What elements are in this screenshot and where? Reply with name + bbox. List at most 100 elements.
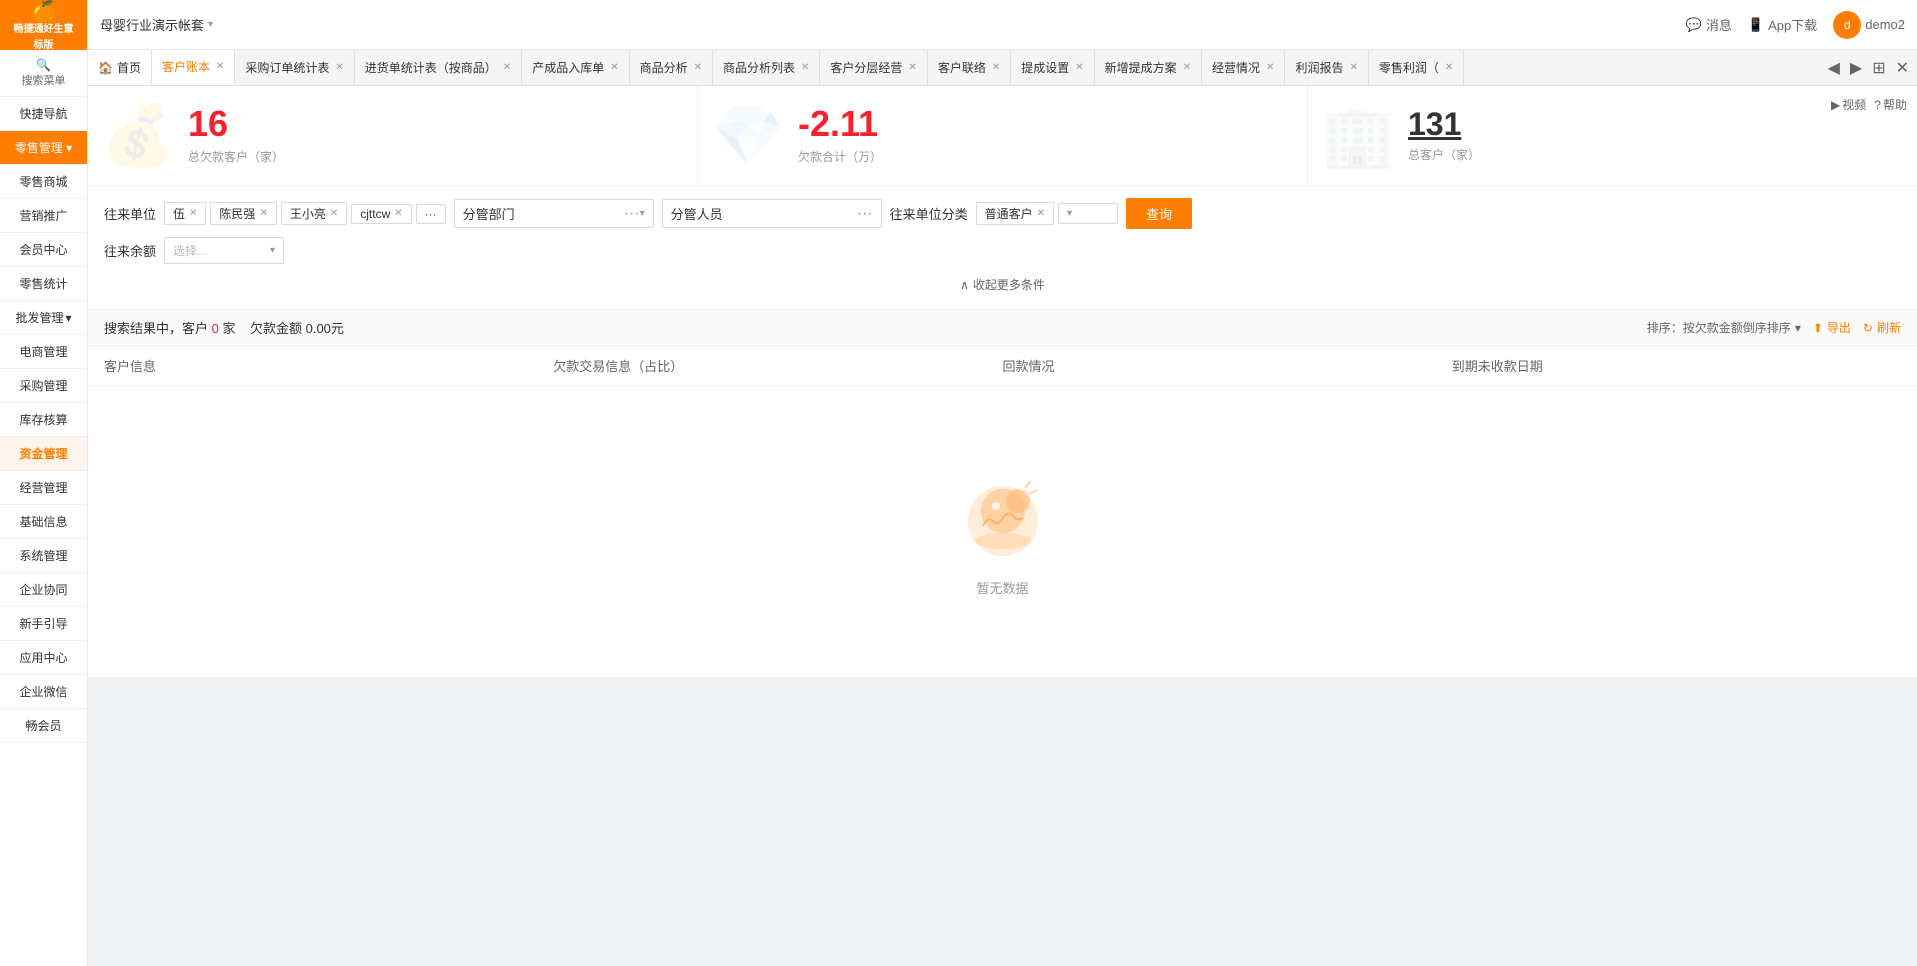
- dept-select[interactable]: 分管部门 ··· ▾: [454, 199, 654, 228]
- tab-customer-book[interactable]: 客户账本 ✕: [152, 50, 235, 86]
- home-icon: 🏠: [98, 61, 113, 75]
- tab-promotion-settings[interactable]: 提成设置 ✕: [1011, 50, 1094, 86]
- collapse-btn[interactable]: ∧ 收起更多条件: [104, 272, 1901, 297]
- filter-area: 往来单位 伍 ✕ 陈民强 ✕ 王小亮 ✕: [88, 186, 1917, 310]
- tab-customer-tier[interactable]: 客户分层经营 ✕: [820, 50, 927, 86]
- sidebar-search[interactable]: 🔍 搜索菜单: [0, 50, 87, 97]
- sidebar-item-system-mgmt[interactable]: 系统管理: [0, 539, 87, 573]
- remove-tag-normal-customer[interactable]: ✕: [1037, 208, 1045, 219]
- stats-row: 💰 16 总欠款客户（家） 💎 -2.11 欠款合计（万） 🏢: [88, 86, 1917, 186]
- tab-customer-book-close[interactable]: ✕: [216, 61, 224, 72]
- close-icon9[interactable]: ✕: [1183, 62, 1191, 73]
- close-icon2[interactable]: ✕: [503, 62, 511, 73]
- tab-purchase-order-stats[interactable]: 采购订单统计表 ✕: [235, 50, 354, 86]
- video-btn[interactable]: ▶ 视频: [1831, 96, 1866, 113]
- sort-select[interactable]: 排序：按欠款金额倒序排序 ▾: [1647, 319, 1801, 336]
- tab-operation-status[interactable]: 经营情况 ✕: [1202, 50, 1285, 86]
- tab-product-storage[interactable]: 产成品入库单 ✕: [522, 50, 629, 86]
- close-icon10[interactable]: ✕: [1266, 62, 1274, 73]
- sidebar-item-ecommerce-mgmt[interactable]: 电商管理: [0, 335, 87, 369]
- close-icon6[interactable]: ✕: [908, 62, 916, 73]
- message-icon: 💬: [1686, 17, 1702, 33]
- empty-state: 暂无数据: [88, 386, 1917, 677]
- results-bar: 搜索结果中，客户 0 家 欠款金额 0.00元 排序：按欠款金额倒序排序 ▾: [88, 310, 1917, 346]
- sidebar-item-operation-mgmt[interactable]: 经营管理: [0, 471, 87, 505]
- sidebar-item-marketing[interactable]: 营销推广: [0, 199, 87, 233]
- remove-tag-chen[interactable]: ✕: [259, 208, 267, 219]
- close-icon7[interactable]: ✕: [992, 62, 1000, 73]
- close-icon11[interactable]: ✕: [1349, 62, 1357, 73]
- sidebar-item-new-guide[interactable]: 新手引导: [0, 607, 87, 641]
- person-select[interactable]: 分管人员 ···: [662, 199, 882, 228]
- help-icon: ?: [1874, 98, 1881, 112]
- sidebar-item-app-center[interactable]: 应用中心: [0, 641, 87, 675]
- content-inner: 💰 16 总欠款客户（家） 💎 -2.11 欠款合计（万） 🏢: [88, 86, 1917, 677]
- tab-prev-icon[interactable]: ◀: [1824, 56, 1844, 80]
- sidebar-item-purchase-mgmt[interactable]: 采购管理: [0, 369, 87, 403]
- message-btn[interactable]: 💬 消息: [1686, 15, 1732, 34]
- query-btn[interactable]: 查询: [1126, 198, 1192, 229]
- user-menu[interactable]: d demo2: [1833, 11, 1905, 39]
- filter-tag-wang[interactable]: 王小亮 ✕: [281, 202, 347, 225]
- tab-next-icon[interactable]: ▶: [1846, 56, 1866, 80]
- sidebar-item-retail-stats[interactable]: 零售统计: [0, 267, 87, 301]
- tab-retail-profit-label: 零售利润（: [1379, 59, 1439, 76]
- balance-select[interactable]: 选择... ▾: [164, 237, 284, 264]
- filter-tag-normal-customer[interactable]: 普通客户 ✕: [976, 202, 1054, 225]
- tab-customer-contact-label: 客户联络: [938, 59, 986, 76]
- sidebar-item-retail-mall[interactable]: 零售商城: [0, 165, 87, 199]
- sidebar-item-member-center[interactable]: 会员中心: [0, 233, 87, 267]
- sort-arrow-icon: ▾: [1795, 321, 1801, 335]
- close-icon12[interactable]: ✕: [1445, 62, 1453, 73]
- tab-incoming-stats[interactable]: 进货单统计表（按商品） ✕: [355, 50, 522, 86]
- unit-class-select[interactable]: ▾: [1058, 203, 1118, 224]
- sidebar-item-member-pass[interactable]: 畅会员: [0, 709, 87, 743]
- logo-text: 畅捷通好生意: [14, 24, 74, 36]
- tab-customer-contact[interactable]: 客户联络 ✕: [928, 50, 1011, 86]
- tab-product-analysis-list[interactable]: 商品分析列表 ✕: [713, 50, 820, 86]
- tab-retail-profit[interactable]: 零售利润（ ✕: [1369, 50, 1464, 86]
- close-icon[interactable]: ✕: [335, 62, 343, 73]
- help-btn[interactable]: ? 帮助: [1874, 96, 1907, 113]
- sidebar-item-enterprise-collab[interactable]: 企业协同: [0, 573, 87, 607]
- tab-expand-icon[interactable]: ⊞: [1868, 56, 1889, 80]
- close-icon5[interactable]: ✕: [801, 62, 809, 73]
- remove-tag-wu[interactable]: ✕: [189, 208, 197, 219]
- unit-class-group: 普通客户 ✕ ▾: [976, 202, 1118, 225]
- sidebar-item-wholesale-mgmt[interactable]: 批发管理▾: [0, 301, 87, 335]
- close-icon3[interactable]: ✕: [610, 62, 618, 73]
- sidebar-item-inventory[interactable]: 库存核算: [0, 403, 87, 437]
- account-selector[interactable]: 母婴行业演示帐套 ▾: [100, 15, 213, 34]
- sidebar-item-basic-info[interactable]: 基础信息: [0, 505, 87, 539]
- filter-tag-chen[interactable]: 陈民强 ✕: [210, 202, 276, 225]
- help-label: 帮助: [1883, 96, 1907, 113]
- empty-illustration: [953, 466, 1053, 566]
- filter-tag-more[interactable]: ···: [416, 204, 446, 224]
- stat-text-credit-amount: -2.11 欠款合计（万）: [798, 106, 882, 165]
- sidebar-item-retail-mgmt[interactable]: 零售管理 ▾: [0, 131, 87, 165]
- dept-more-icon: ···: [624, 205, 640, 223]
- message-label: 消息: [1706, 15, 1732, 34]
- refresh-btn[interactable]: ↻ 刷新: [1863, 319, 1901, 336]
- col-due-date-label: 到期未收款日期: [1452, 359, 1543, 374]
- remove-tag-wang[interactable]: ✕: [330, 208, 338, 219]
- sidebar-item-capital-mgmt[interactable]: 资金管理: [0, 437, 87, 471]
- close-icon8[interactable]: ✕: [1075, 62, 1083, 73]
- tab-close-all-icon[interactable]: ✕: [1892, 56, 1913, 80]
- user-avatar: d: [1833, 11, 1861, 39]
- sidebar-item-enterprise-wechat[interactable]: 企业微信: [0, 675, 87, 709]
- table-col-customer-info: 客户信息: [104, 356, 553, 375]
- tab-home[interactable]: 🏠 首页: [88, 50, 152, 86]
- export-btn[interactable]: ⬆ 导出: [1813, 319, 1851, 336]
- app-download-btn[interactable]: 📱 App下载: [1748, 15, 1817, 34]
- tab-product-analysis[interactable]: 商品分析 ✕: [630, 50, 713, 86]
- stat-label-credit-amount: 欠款合计（万）: [798, 148, 882, 165]
- close-icon4[interactable]: ✕: [694, 62, 702, 73]
- filter-tag-wu[interactable]: 伍 ✕: [164, 202, 206, 225]
- sidebar-quick-nav[interactable]: 快捷导航: [0, 97, 87, 131]
- sort-label: 排序：按欠款金额倒序排序: [1647, 319, 1791, 336]
- remove-tag-cjttcw[interactable]: ✕: [394, 208, 402, 219]
- filter-tag-cjttcw[interactable]: cjttcw ✕: [351, 204, 411, 224]
- tab-profit-report[interactable]: 利润报告 ✕: [1285, 50, 1368, 86]
- tab-new-promotion[interactable]: 新增提成方案 ✕: [1095, 50, 1202, 86]
